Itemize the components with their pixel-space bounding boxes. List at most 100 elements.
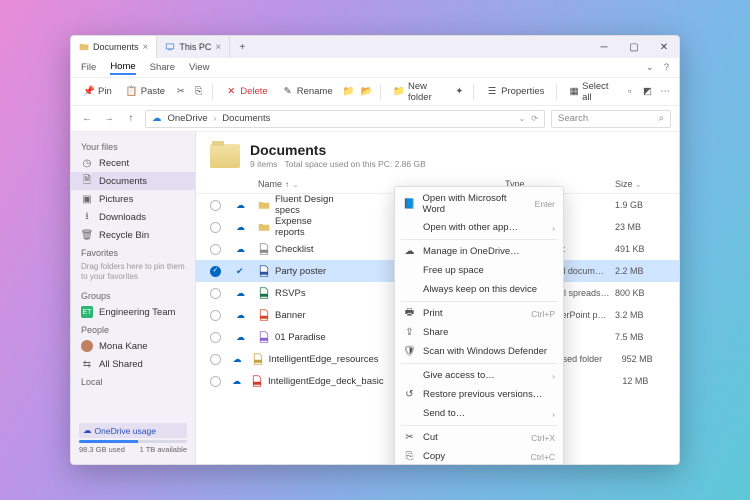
file-size: 952 MB [622,354,665,364]
maximize-button[interactable]: ▢ [619,36,649,58]
rename-button[interactable]: ✎Rename [278,84,337,100]
tab-thispc[interactable]: This PC × [157,36,230,58]
ctx-label: Always keep on this device [423,284,537,295]
onedrive-usage-chip[interactable]: ☁ OneDrive usage [79,423,187,438]
usage-used: 98.3 GB used [79,445,125,454]
excel-icon [258,286,270,300]
word-icon [258,264,270,278]
pin-button[interactable]: 📌Pin [79,84,116,100]
close-window-button[interactable]: ✕ [649,36,679,58]
chevron-down-icon[interactable]: ⌄ [646,62,654,73]
clock-icon: ◷ [81,157,93,169]
menu-view[interactable]: View [189,62,209,73]
sidebar-item-all-shared[interactable]: ⇆ All Shared [71,355,195,373]
column-name[interactable]: Name ↑ ⌄ [258,179,335,189]
more-icon[interactable]: ⋯ [659,85,671,99]
row-checkbox[interactable] [210,354,233,365]
avatar-icon [81,340,93,352]
rename-icon: ✎ [282,86,294,98]
search-icon: ⌕ [659,113,664,124]
ctx-scan-with-windows-defender[interactable]: 🛡 Scan with Windows Defender [395,342,563,361]
sidebar-item-group[interactable]: ET Engineering Team [71,303,195,321]
copy-icon[interactable]: ⎘ [193,85,205,99]
cloud-icon: ☁ [152,113,162,124]
close-icon[interactable]: × [215,42,221,53]
select-none-icon[interactable]: ▫ [624,85,636,99]
ctx-open-with-other-app[interactable]: Open with other app… › [395,218,563,237]
sidebar-item-recycle-bin[interactable]: 🗑Recycle Bin [71,226,195,244]
sidebar-item-person[interactable]: Mona Kane [71,337,195,355]
move-to-icon[interactable]: 📁 [343,85,355,99]
row-checkbox[interactable] [210,222,236,233]
select-all-button[interactable]: ▦Select all [565,79,618,105]
blank-icon [403,283,416,296]
ctx-share[interactable]: ⇪ Share [395,323,563,342]
ctx-print[interactable]: 🖶 Print Ctrl+P [395,304,563,323]
search-box[interactable]: Search ⌕ [551,110,671,128]
sidebar-item-pictures[interactable]: ▣Pictures [71,190,195,208]
new-item-icon[interactable]: ✦ [454,85,466,99]
sidebar-heading: Your files [71,138,195,154]
chevron-right-icon: › [552,409,555,419]
blank-icon [403,221,416,234]
paste-button[interactable]: 📋Paste [122,84,169,100]
sidebar-item-recent[interactable]: ◷Recent [71,154,195,172]
close-icon[interactable]: × [143,42,149,53]
breadcrumb-item[interactable]: Documents [222,113,270,124]
ctx-copy[interactable]: ⎘ Copy Ctrl+C [395,447,563,464]
chevron-right-icon: › [552,371,555,381]
txt-icon [258,242,270,256]
properties-button[interactable]: ☰Properties [482,84,548,100]
row-checkbox[interactable] [210,244,236,255]
cut-icon[interactable]: ✂ [175,85,187,99]
chevron-right-icon: › [552,223,555,233]
refresh-icon[interactable]: ⟳ [531,114,538,123]
sidebar-item-downloads[interactable]: ⭳Downloads [71,208,195,226]
shield-icon: 🛡 [403,345,416,358]
sidebar-item-documents[interactable]: 🗎Documents [71,172,195,190]
menu-home[interactable]: Home [110,61,135,75]
copy-to-icon[interactable]: 📂 [360,85,372,99]
row-checkbox[interactable] [210,288,236,299]
blank-icon [403,264,416,277]
menu-file[interactable]: File [81,62,96,73]
new-tab-button[interactable]: + [230,36,254,58]
blank-icon [403,369,416,382]
ctx-send-to[interactable]: Send to… › [395,404,563,423]
row-checkbox[interactable] [210,332,236,343]
column-size[interactable]: Size ⌄ [615,179,665,189]
address-bar[interactable]: ☁ OneDrive › Documents ⌄ ⟳ [145,110,545,128]
breadcrumb-item[interactable]: OneDrive [168,113,208,124]
file-size: 2.2 MB [615,266,665,276]
ctx-manage-in-onedrive[interactable]: ☁ Manage in OneDrive… [395,242,563,261]
ctx-free-up-space[interactable]: Free up space [395,261,563,280]
status-icon: ☁ [232,376,251,387]
sidebar-item-label: Mona Kane [99,341,148,352]
zip-icon [252,352,264,366]
ctx-always-keep-on-this-device[interactable]: Always keep on this device [395,280,563,299]
ctx-cut[interactable]: ✂ Cut Ctrl+X [395,428,563,447]
row-checkbox[interactable] [210,266,236,277]
forward-button[interactable]: → [101,111,117,127]
pc-icon [165,42,175,52]
menu-share[interactable]: Share [150,62,175,73]
row-checkbox[interactable] [210,200,236,211]
help-icon[interactable]: ? [664,62,669,73]
back-button[interactable]: ← [79,111,95,127]
context-menu: 📘 Open with Microsoft Word Enter Open wi… [394,186,564,464]
row-checkbox[interactable] [210,376,232,387]
minimize-button[interactable]: ─ [589,36,619,58]
toolbar: 📌Pin 📋Paste ✂ ⎘ ✕Delete ✎Rename 📁 📂 📁New… [71,78,679,106]
ctx-open-with-microsoft-word[interactable]: 📘 Open with Microsoft Word Enter [395,190,563,218]
up-button[interactable]: ↑ [123,111,139,127]
explorer-window: Documents × This PC × + ─ ▢ ✕ File Home … [70,35,680,465]
ctx-restore-previous-versions[interactable]: ↺ Restore previous versions… [395,385,563,404]
chevron-down-icon[interactable]: ⌄ [519,114,526,123]
ctx-give-access-to[interactable]: Give access to… › [395,366,563,385]
new-folder-button[interactable]: 📁New folder [389,79,447,105]
row-checkbox[interactable] [210,310,236,321]
tab-documents[interactable]: Documents × [71,36,157,58]
invert-selection-icon[interactable]: ◩ [642,85,654,99]
delete-button[interactable]: ✕Delete [221,84,271,100]
image-icon: ▣ [81,193,93,205]
